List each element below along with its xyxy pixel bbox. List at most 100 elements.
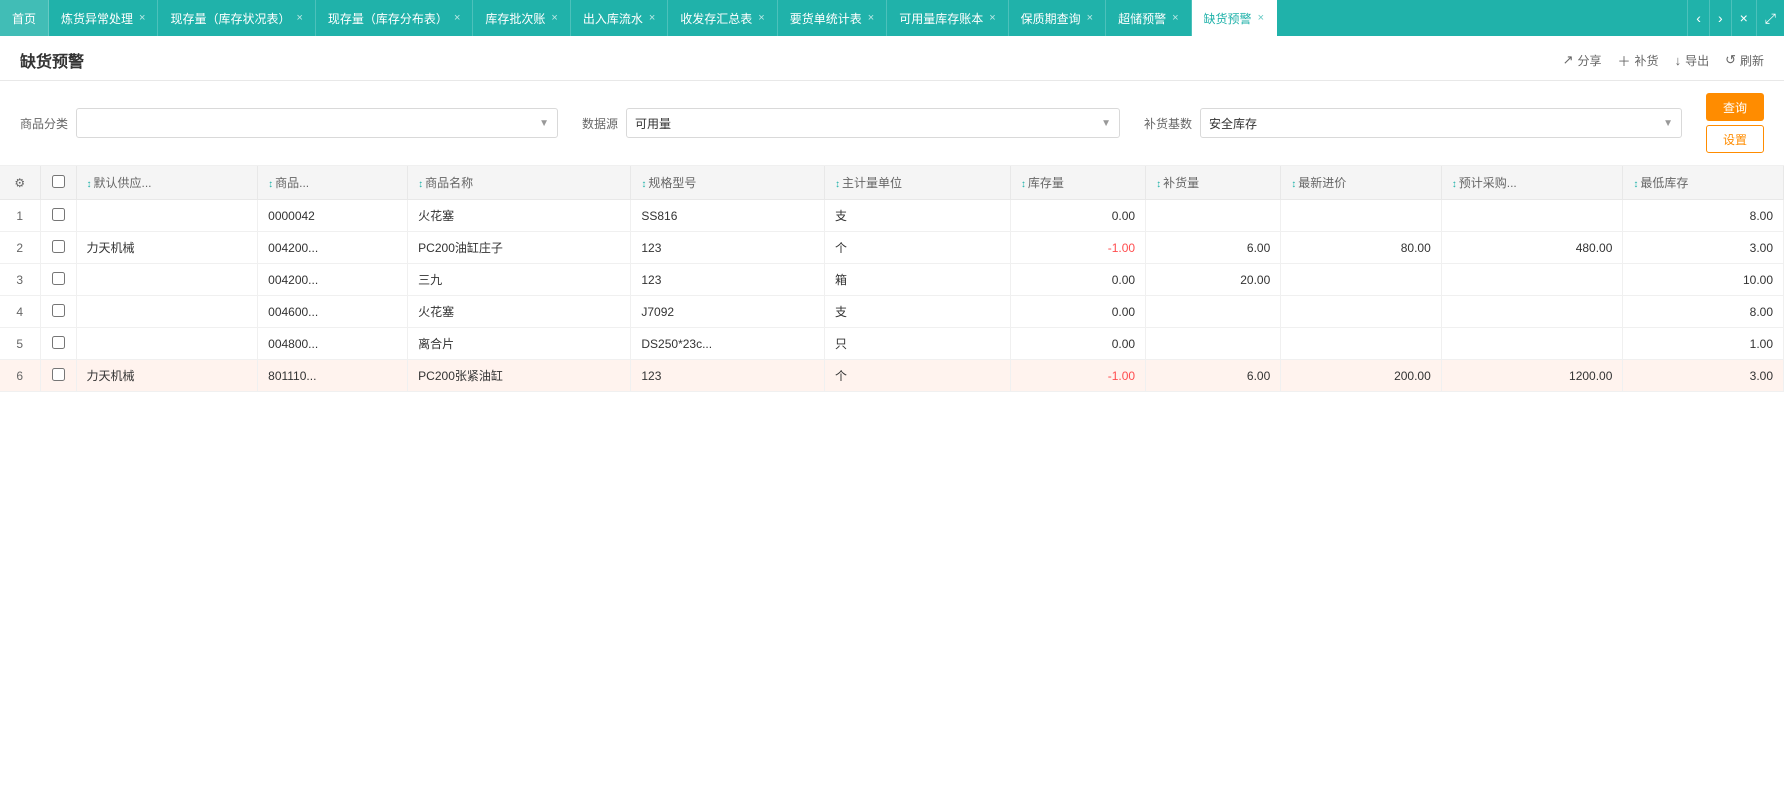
cell-supplier: 力天机械	[76, 360, 258, 392]
cell-supplier	[76, 200, 258, 232]
settings-button[interactable]: 设置	[1706, 125, 1764, 153]
tab-item-home[interactable]: 首页	[0, 0, 49, 36]
col-checkbox	[40, 166, 76, 200]
replenish-base-label: 补货基数	[1144, 115, 1192, 132]
tab-close-icon[interactable]: ×	[551, 12, 557, 24]
datasource-value: 可用量	[635, 115, 671, 132]
tab-close-icon[interactable]: ×	[649, 12, 655, 24]
nav-close-btn[interactable]: ×	[1731, 0, 1756, 36]
row-checkbox[interactable]	[52, 240, 65, 253]
tab-label: 可用量库存账本	[899, 10, 983, 27]
replenish-action[interactable]: ＋ 补货	[1618, 51, 1659, 70]
tab-item-inout-flow[interactable]: 出入库流水×	[571, 0, 668, 36]
tab-item-overstock[interactable]: 超储预警×	[1106, 0, 1191, 36]
share-action[interactable]: ↗ 分享	[1563, 52, 1602, 69]
cell-stock: -1.00	[1010, 360, 1145, 392]
tab-item-exception[interactable]: 炼货异常处理×	[49, 0, 158, 36]
cell-estimated-purchase	[1441, 328, 1623, 360]
refresh-action[interactable]: ↺ 刷新	[1725, 52, 1764, 69]
datasource-dropdown-icon: ▼	[1101, 118, 1111, 129]
tab-item-available-ledger[interactable]: 可用量库存账本 ×	[887, 0, 1008, 36]
tab-close-icon[interactable]: ×	[1258, 12, 1264, 24]
replenish-base-select-wrapper: 安全库存 ▼	[1200, 108, 1682, 138]
tab-close-icon[interactable]: ×	[989, 12, 995, 24]
cell-product-name: PC200油缸庄子	[408, 232, 631, 264]
cell-product-code: 004600...	[258, 296, 408, 328]
cell-unit: 个	[825, 232, 1011, 264]
row-checkbox-cell	[40, 232, 76, 264]
table-row: 2力天机械004200...PC200油缸庄子123个-1.006.0080.0…	[0, 232, 1784, 264]
col-latest-price: ↕最新进价	[1281, 166, 1442, 200]
export-action[interactable]: ↓ 导出	[1675, 52, 1710, 69]
tab-nav-buttons: ‹›×⤢	[1687, 0, 1784, 36]
sort-icon-name: ↕	[418, 179, 423, 190]
export-label: 导出	[1685, 52, 1709, 69]
replenish-base-filter: 补货基数 安全库存 ▼	[1144, 108, 1682, 138]
cell-estimated-purchase: 1200.00	[1441, 360, 1623, 392]
cell-product-code: 801110...	[258, 360, 408, 392]
sort-icon: ↕	[87, 179, 92, 190]
select-all-checkbox[interactable]	[52, 175, 65, 188]
tab-bar: 首页炼货异常处理×现存量（库存状况表）×现存量（库存分布表）×库存批次账×出入库…	[0, 0, 1784, 36]
row-checkbox-cell	[40, 296, 76, 328]
row-number: 2	[0, 232, 40, 264]
tab-item-inventory-status[interactable]: 现存量（库存状况表）×	[158, 0, 315, 36]
row-checkbox[interactable]	[52, 368, 65, 381]
tab-close-icon[interactable]: ×	[454, 12, 460, 24]
page-header: 缺货预警 ↗ 分享 ＋ 补货 ↓ 导出 ↺ 刷新	[0, 36, 1784, 81]
cell-unit: 个	[825, 360, 1011, 392]
tab-close-icon[interactable]: ×	[139, 12, 145, 24]
tab-label: 现存量（库存分布表）	[328, 10, 448, 27]
tab-item-receipt-summary[interactable]: 收发存汇总表×	[668, 0, 777, 36]
cell-stock: 0.00	[1010, 296, 1145, 328]
tab-close-icon[interactable]: ×	[296, 12, 302, 24]
row-number: 4	[0, 296, 40, 328]
page-title: 缺货预警	[20, 48, 1563, 72]
nav-next-btn[interactable]: ›	[1709, 0, 1731, 36]
tab-label: 保质期查询	[1021, 10, 1081, 27]
row-checkbox[interactable]	[52, 272, 65, 285]
data-table: ⚙ ↕默认供应... ↕商品... ↕商品名称 ↕规格型号 ↕主计量单位 ↕库存…	[0, 166, 1784, 392]
tab-item-batch-account[interactable]: 库存批次账×	[473, 0, 570, 36]
row-checkbox[interactable]	[52, 336, 65, 349]
datasource-filter: 数据源 可用量 ▼	[582, 108, 1120, 138]
cell-replenish-qty	[1146, 200, 1281, 232]
replenish-label: 补货	[1635, 52, 1659, 69]
query-button[interactable]: 查询	[1706, 93, 1764, 121]
nav-fullscreen-btn[interactable]: ⤢	[1756, 0, 1784, 36]
row-number: 6	[0, 360, 40, 392]
row-checkbox[interactable]	[52, 304, 65, 317]
cell-estimated-purchase	[1441, 264, 1623, 296]
nav-prev-btn[interactable]: ‹	[1687, 0, 1709, 36]
tab-item-expiry-query[interactable]: 保质期查询 ×	[1009, 0, 1106, 36]
tab-item-inventory-dist[interactable]: 现存量（库存分布表） ×	[316, 0, 473, 36]
tab-close-icon[interactable]: ×	[1087, 12, 1093, 24]
cell-stock: 0.00	[1010, 328, 1145, 360]
cell-min-stock: 8.00	[1623, 296, 1784, 328]
tab-label: 缺货预警	[1204, 10, 1252, 27]
cell-estimated-purchase	[1441, 296, 1623, 328]
tab-item-shortage[interactable]: 缺货预警 ×	[1192, 0, 1277, 36]
category-dropdown-icon: ▼	[539, 118, 549, 129]
col-min-stock: ↕最低库存	[1623, 166, 1784, 200]
table-header: ⚙ ↕默认供应... ↕商品... ↕商品名称 ↕规格型号 ↕主计量单位 ↕库存…	[0, 166, 1784, 200]
row-checkbox[interactable]	[52, 208, 65, 221]
cell-stock: 0.00	[1010, 200, 1145, 232]
col-spec: ↕规格型号	[631, 166, 825, 200]
filter-bar: 商品分类 ▼ 数据源 可用量 ▼ 补货基数 安全库	[0, 81, 1784, 166]
tab-item-order-stats[interactable]: 要货单统计表×	[778, 0, 887, 36]
sort-icon-unit: ↕	[835, 179, 840, 190]
tab-close-icon[interactable]: ×	[1172, 12, 1178, 24]
datasource-select[interactable]: 可用量 ▼	[626, 108, 1120, 138]
replenish-base-select[interactable]: 安全库存 ▼	[1200, 108, 1682, 138]
cell-replenish-qty: 20.00	[1146, 264, 1281, 296]
category-select[interactable]: ▼	[76, 108, 558, 138]
datasource-label: 数据源	[582, 115, 618, 132]
row-checkbox-cell	[40, 264, 76, 296]
gear-icon[interactable]: ⚙	[14, 176, 25, 190]
table-container: ⚙ ↕默认供应... ↕商品... ↕商品名称 ↕规格型号 ↕主计量单位 ↕库存…	[0, 166, 1784, 412]
cell-product-name: 火花塞	[408, 296, 631, 328]
tab-close-icon[interactable]: ×	[868, 12, 874, 24]
refresh-label: 刷新	[1740, 52, 1764, 69]
tab-close-icon[interactable]: ×	[758, 12, 764, 24]
